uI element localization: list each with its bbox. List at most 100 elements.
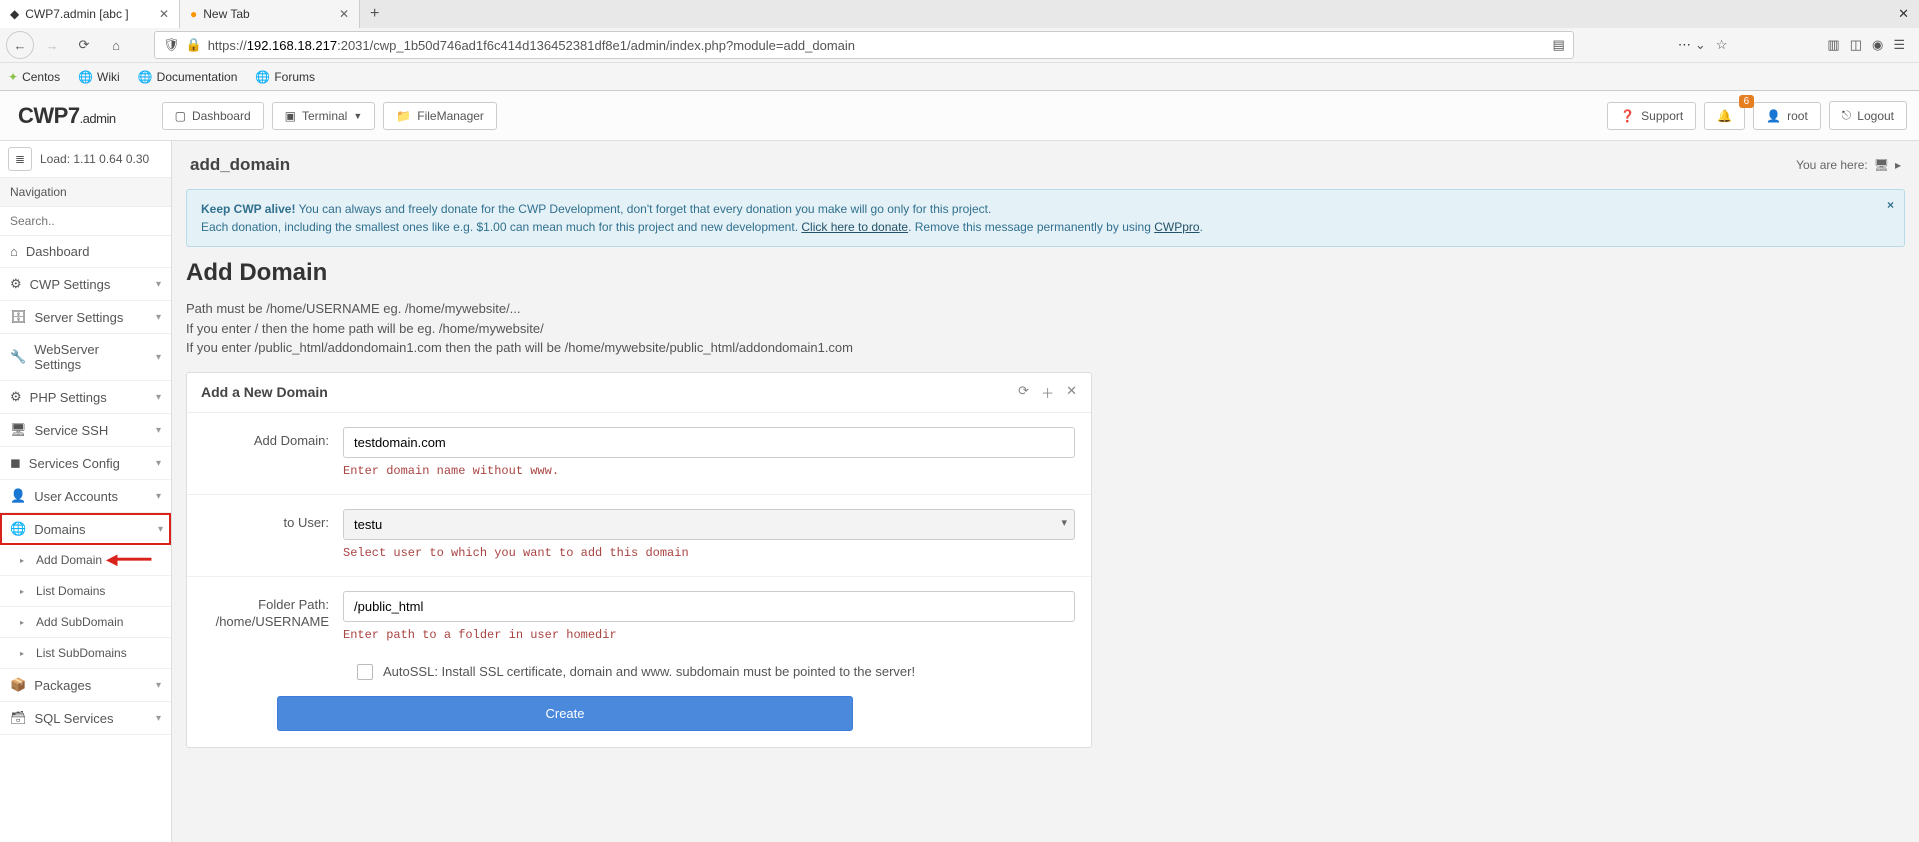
shield-icon[interactable]: 🛡 [163, 37, 180, 53]
server-icon[interactable]: ≣ [8, 147, 32, 171]
panel-header: Add a New Domain ⟳ ＋ ✕ [187, 373, 1091, 413]
chevron-down-icon: ▾ [156, 392, 161, 403]
dashboard-icon: ⌂ [10, 244, 18, 259]
domain-label: Add Domain: [203, 427, 343, 488]
nav-dashboard[interactable]: ⌂Dashboard [0, 236, 171, 268]
cwppro-link[interactable]: CWPpro [1154, 220, 1199, 234]
nav-heading: Navigation [0, 178, 171, 207]
globe-icon: 🌐 [255, 70, 270, 84]
terminal-button[interactable]: ▣Terminal ▼ [272, 102, 376, 130]
browser-tab-1[interactable]: ◆ CWP7.admin [abc ] ✕ [0, 0, 180, 28]
nav-list: ⌂Dashboard ⚙CWP Settings▾ 🗄Server Settin… [0, 236, 171, 735]
new-tab-button[interactable]: + [360, 5, 389, 23]
bullet-icon: ▸ [20, 618, 24, 627]
user-select[interactable]: testu [343, 509, 1075, 540]
autossl-checkbox[interactable] [357, 664, 373, 680]
nav-php-settings[interactable]: ⚙PHP Settings▾ [0, 381, 171, 414]
more-icon[interactable]: ⋯ [1678, 37, 1691, 53]
search-input[interactable] [0, 207, 171, 236]
filemanager-button[interactable]: 📁FileManager [383, 102, 497, 130]
menu-icon[interactable]: ☰ [1893, 37, 1905, 53]
cogs-icon: ⚙ [10, 389, 22, 405]
folder-icon: 📁 [396, 109, 411, 123]
plus-icon[interactable]: ＋ [1041, 383, 1054, 402]
favicon-firefox: ● [190, 7, 197, 21]
breadcrumb: You are here: 🖥 ▸ [1796, 158, 1901, 172]
nav-sql-services[interactable]: 🗃SQL Services▾ [0, 702, 171, 735]
server-icon: 🗄 [10, 309, 27, 325]
nav-service-ssh[interactable]: 🖥Service SSH▾ [0, 414, 171, 447]
nav-list-domains[interactable]: ▸List Domains [0, 576, 171, 607]
bookmark-wiki[interactable]: 🌐Wiki [78, 70, 120, 84]
path-row: Folder Path: /home/USERNAME Enter path t… [187, 577, 1091, 658]
cube-icon: ◼ [10, 455, 21, 471]
desktop-icon[interactable]: 🖥 [1874, 158, 1889, 172]
notifications-button[interactable]: 🔔6 [1704, 102, 1745, 130]
nav-packages[interactable]: 📦Packages▾ [0, 669, 171, 702]
chevron-down-icon: ▾ [156, 312, 161, 323]
reload-button[interactable]: ⟳ [70, 31, 98, 59]
logout-button[interactable]: ⎋Logout [1829, 101, 1907, 130]
breadcrumb-row: add_domain You are here: 🖥 ▸ [172, 141, 1919, 189]
nav-server-settings[interactable]: 🗄Server Settings▾ [0, 301, 171, 334]
close-icon[interactable]: ✕ [1066, 383, 1077, 402]
bookmark-forums[interactable]: 🌐Forums [255, 70, 315, 84]
bullet-icon: ▸ [20, 587, 24, 596]
domain-input[interactable] [343, 427, 1075, 458]
forward-button[interactable]: → [38, 31, 66, 59]
close-alert-button[interactable]: × [1887, 196, 1894, 214]
nav-cwp-settings[interactable]: ⚙CWP Settings▾ [0, 268, 171, 301]
panel-title: Add a New Domain [201, 384, 328, 400]
arrow-annotation: ◀━━━━ [107, 551, 151, 568]
logout-icon: ⎋ [1842, 108, 1852, 123]
pocket-icon[interactable]: ⌄ [1695, 37, 1706, 53]
url-text: https://192.168.18.217:2031/cwp_1b50d746… [208, 38, 1547, 53]
path-hints: Path must be /home/USERNAME eg. /home/my… [186, 299, 1905, 358]
donation-alert: × Keep CWP alive! You can always and fre… [186, 189, 1905, 247]
nav-list-subdomains[interactable]: ▸List SubDomains [0, 638, 171, 669]
donate-link[interactable]: Click here to donate [801, 220, 908, 234]
desktop-icon: 🖥 [10, 422, 27, 438]
refresh-icon[interactable]: ⟳ [1018, 383, 1029, 402]
chevron-down-icon: ▾ [158, 524, 163, 535]
reader-icon[interactable]: ▤ [1553, 37, 1565, 53]
nav-services-config[interactable]: ◼Services Config▾ [0, 447, 171, 480]
support-button[interactable]: ❓Support [1607, 102, 1696, 130]
load-indicator: ≣ Load: 1.11 0.64 0.30 [0, 141, 171, 178]
star-icon[interactable]: ☆ [1716, 37, 1728, 53]
add-domain-panel: Add a New Domain ⟳ ＋ ✕ Add Domain: Enter… [186, 372, 1092, 748]
nav-domains[interactable]: 🌐Domains▾ [0, 513, 171, 545]
back-button[interactable]: ← [6, 31, 34, 59]
user-row: to User: testu Select user to which you … [187, 495, 1091, 577]
bookmark-centos[interactable]: ✦Centos [8, 70, 60, 84]
bookmark-documentation[interactable]: 🌐Documentation [138, 70, 238, 84]
url-bar[interactable]: 🛡 🔒 https://192.168.18.217:2031/cwp_1b50… [154, 31, 1574, 59]
library-icon[interactable]: ▥ [1827, 37, 1839, 53]
nav-webserver-settings[interactable]: 🔧WebServer Settings▾ [0, 334, 171, 381]
user-button[interactable]: 👤root [1753, 102, 1821, 130]
user-icon: 👤 [1766, 109, 1781, 123]
home-button[interactable]: ⌂ [102, 31, 130, 59]
browser-tab-2[interactable]: ● New Tab ✕ [180, 0, 360, 28]
bullet-icon: ▸ [20, 649, 24, 658]
path-input[interactable] [343, 591, 1075, 622]
sidebar-icon[interactable]: ◫ [1850, 37, 1862, 53]
nav-user-accounts[interactable]: 👤User Accounts▾ [0, 480, 171, 513]
autossl-row: AutoSSL: Install SSL certificate, domain… [187, 658, 1091, 696]
notif-count: 6 [1739, 95, 1755, 108]
nav-add-subdomain[interactable]: ▸Add SubDomain [0, 607, 171, 638]
dashboard-button[interactable]: ▢Dashboard [162, 102, 264, 130]
window-close-icon[interactable]: ✕ [1888, 6, 1919, 22]
profile-icon[interactable]: ◉ [1872, 37, 1883, 53]
tab-close-icon[interactable]: ✕ [339, 7, 349, 21]
lock-icon[interactable]: 🔒 [186, 37, 202, 53]
domain-help: Enter domain name without www. [343, 464, 1075, 478]
chevron-down-icon: ▼ [353, 111, 362, 121]
bell-icon: 🔔 [1717, 109, 1732, 123]
tab-close-icon[interactable]: ✕ [159, 7, 169, 21]
bullet-icon: ▸ [20, 556, 24, 565]
path-label: Folder Path: /home/USERNAME [203, 591, 343, 652]
create-button[interactable]: Create [277, 696, 853, 731]
chevron-down-icon: ▾ [156, 352, 161, 363]
nav-add-domain[interactable]: ▸Add Domain◀━━━━ [0, 545, 171, 576]
